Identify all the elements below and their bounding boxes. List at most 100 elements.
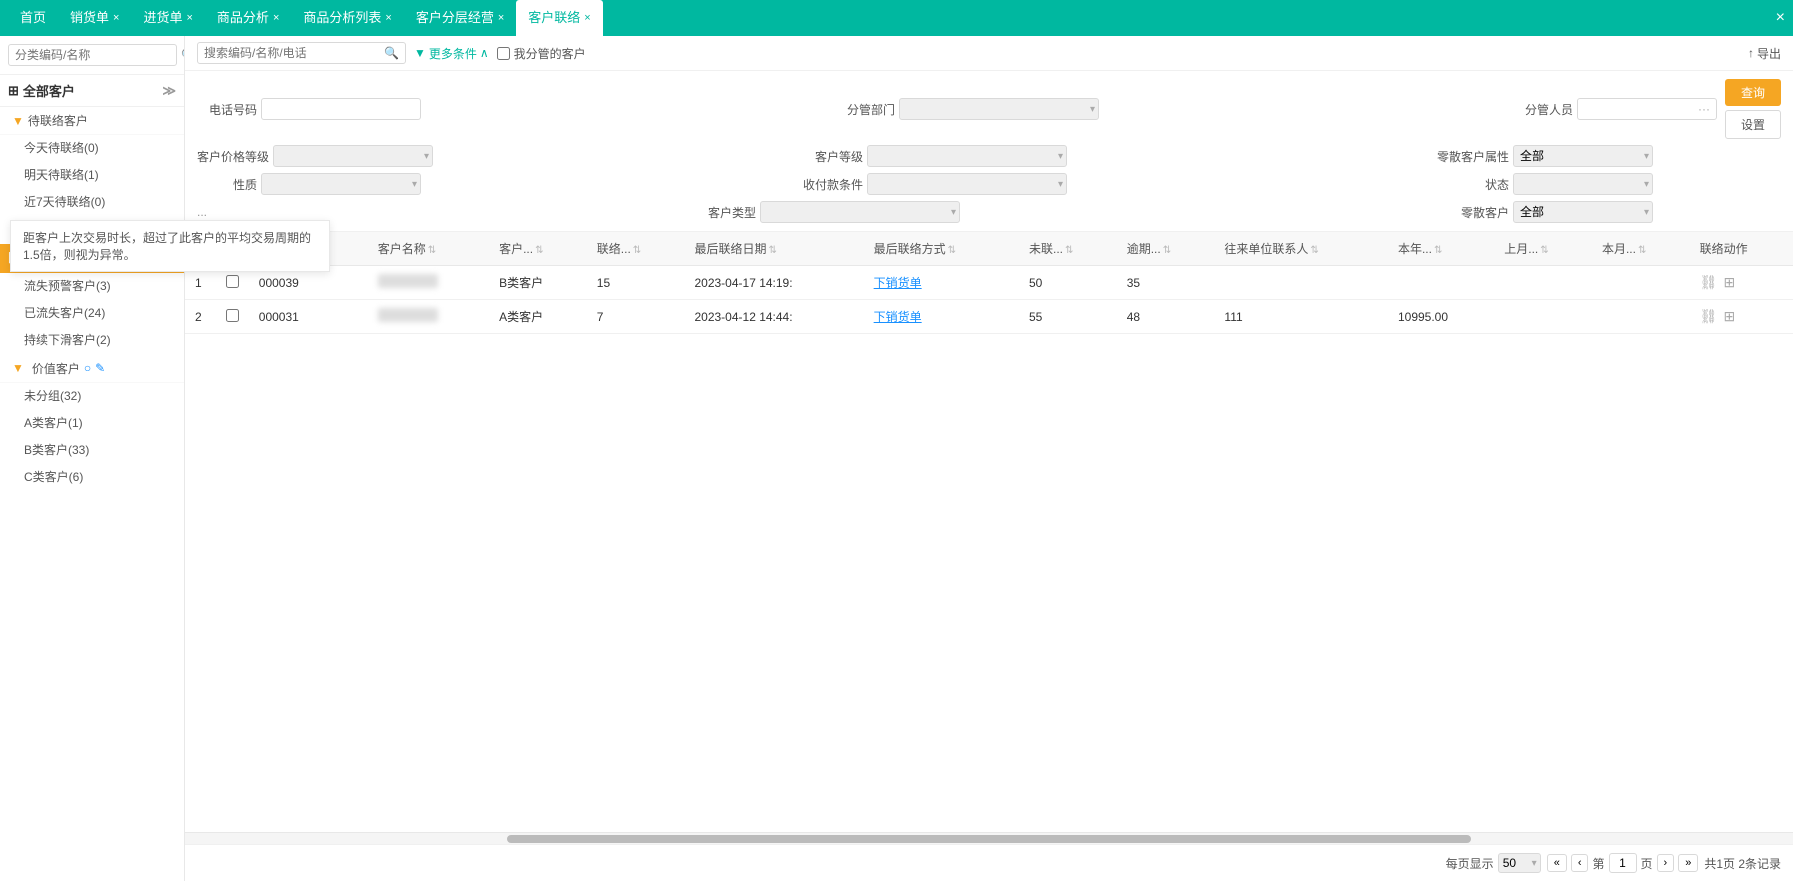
export-button[interactable]: ↑ 导出 xyxy=(1748,45,1781,62)
customer-type-select[interactable] xyxy=(760,201,960,223)
gender-select-wrap xyxy=(261,173,421,195)
close-sales-tab[interactable]: × xyxy=(113,0,119,36)
declining-customers-item[interactable]: 持续下滑客户(2) xyxy=(0,327,184,354)
row1-apps-icon[interactable]: ⊞ xyxy=(1723,274,1735,291)
tomorrow-contact-item[interactable]: 明天待联络(1) xyxy=(0,162,184,189)
last-date-col-header[interactable]: 最后联络日期⇅ xyxy=(684,232,863,266)
row2-action: ⛓ ⊞ xyxy=(1690,300,1793,334)
top-nav: 首页 销货单 × 进货单 × 商品分析 × 商品分析列表 × 客户分层经营 × … xyxy=(0,0,1793,36)
row1-name xyxy=(368,266,489,300)
close-customer-contact-tab[interactable]: × xyxy=(584,0,590,36)
row2-last-type[interactable]: 下销货单 xyxy=(864,300,1019,334)
all-customers-header[interactable]: ⊞ 全部客户 ≫ xyxy=(0,75,184,107)
search-wrap: 🔍 xyxy=(197,42,406,64)
main-search-input[interactable] xyxy=(204,46,384,60)
total-records-text: 共1页 2条记录 xyxy=(1704,855,1781,872)
last-month-col-header[interactable]: 上月...⇅ xyxy=(1494,232,1592,266)
more-dots-link[interactable]: ... xyxy=(197,205,207,219)
this-month-col-header[interactable]: 本月...⇅ xyxy=(1592,232,1690,266)
more-conditions-btn[interactable]: ▼ 更多条件 ∧ xyxy=(414,45,489,62)
sidebar-collapse-btn[interactable]: ≫ xyxy=(162,83,176,99)
close-product-list-tab[interactable]: × xyxy=(385,0,391,36)
unclassified-item[interactable]: 未分组(32) xyxy=(0,383,184,410)
filter-icon: ▼ xyxy=(414,46,426,60)
row1-link-icon[interactable]: ⛓ xyxy=(1700,274,1718,291)
nav-customer-tier[interactable]: 客户分层经营 × xyxy=(404,0,516,36)
row2-checkbox[interactable] xyxy=(216,300,249,334)
per-page-select[interactable]: 20 50 100 xyxy=(1498,853,1541,873)
today-contact-item[interactable]: 今天待联络(0) xyxy=(0,135,184,162)
uncontacted-col-header[interactable]: 未联...⇅ xyxy=(1019,232,1117,266)
table-row: 2 000031 A类客户 7 2023-04-12 14:44: 下销货单 5… xyxy=(185,300,1793,334)
sidebar-search-input[interactable] xyxy=(8,44,177,66)
zero-attr-select[interactable]: 全部 xyxy=(1513,145,1653,167)
contact-person-col-header[interactable]: 往来单位联系人⇅ xyxy=(1214,232,1388,266)
row1-contact-person xyxy=(1214,266,1388,300)
waiting-contact-header[interactable]: ▼ 待联络客户 xyxy=(0,107,184,135)
lost-warning-item[interactable]: 流失预警客户(3) xyxy=(0,273,184,300)
row2-contact-person: 111 xyxy=(1214,300,1388,334)
my-customers-checkbox[interactable] xyxy=(497,47,510,60)
sort-year-icon: ⇅ xyxy=(1434,245,1442,256)
person-more-icon[interactable]: ··· xyxy=(1698,102,1710,116)
class-b-item[interactable]: B类客户(33) xyxy=(0,437,184,464)
query-button[interactable]: 查询 xyxy=(1725,79,1781,106)
lost-customers-item[interactable]: 已流失客户(24) xyxy=(0,300,184,327)
row1-action: ⛓ ⊞ xyxy=(1690,266,1793,300)
phone-input[interactable] xyxy=(261,98,421,120)
grade-col-header[interactable]: 客户...⇅ xyxy=(489,232,587,266)
sort-name-icon: ⇅ xyxy=(428,245,436,256)
contact-count-col-header[interactable]: 联络...⇅ xyxy=(587,232,685,266)
customer-table: ⚙ 客户编码⇅ 客户名称⇅ 客户...⇅ 联络...⇅ 最后联络日期⇅ 最后联络… xyxy=(185,232,1793,334)
zero-customer-filter: 零散客户 全部 xyxy=(1449,201,1653,223)
sort-lastmonth-icon: ⇅ xyxy=(1540,245,1548,256)
gender-select[interactable] xyxy=(261,173,421,195)
content-area: 🔍 ▼ 更多条件 ∧ 我分管的客户 ↑ 导出 电话号码 xyxy=(185,36,1793,881)
setting-button[interactable]: 设置 xyxy=(1725,110,1781,139)
window-close-button[interactable]: × xyxy=(1776,9,1785,27)
nav-product-analysis-list[interactable]: 商品分析列表 × xyxy=(291,0,403,36)
payment-select[interactable] xyxy=(867,173,1067,195)
this-year-col-header[interactable]: 本年...⇅ xyxy=(1388,232,1494,266)
overdue-col-header[interactable]: 逾期...⇅ xyxy=(1117,232,1215,266)
filter-row-1: 电话号码 分管部门 分管人员 · xyxy=(197,79,1781,139)
pagination-bar: 每页显示 20 50 100 « ‹ 第 页 › » 共1页 2条记录 xyxy=(185,844,1793,881)
zero-customer-select-wrap: 全部 xyxy=(1513,201,1653,223)
close-purchase-tab[interactable]: × xyxy=(186,0,192,36)
row2-link-icon[interactable]: ⛓ xyxy=(1700,308,1718,325)
class-c-item[interactable]: C类客户(6) xyxy=(0,464,184,491)
dept-select[interactable] xyxy=(899,98,1099,120)
class-a-item[interactable]: A类客户(1) xyxy=(0,410,184,437)
main-search-icon[interactable]: 🔍 xyxy=(384,46,399,60)
row2-code[interactable]: 000031 xyxy=(249,300,368,334)
value-customers-header[interactable]: ▼ 价值客户 ○ ✎ xyxy=(0,355,184,383)
price-grade-select[interactable] xyxy=(273,145,433,167)
row2-apps-icon[interactable]: ⊞ xyxy=(1723,308,1735,325)
row1-last-type[interactable]: 下销货单 xyxy=(864,266,1019,300)
prev-page-button[interactable]: ‹ xyxy=(1571,854,1589,872)
close-product-analysis-tab[interactable]: × xyxy=(273,0,279,36)
page-number-input[interactable] xyxy=(1609,853,1637,873)
sort-person-icon: ⇅ xyxy=(1310,245,1318,256)
week-contact-item[interactable]: 近7天待联络(0) xyxy=(0,189,184,216)
status-select[interactable] xyxy=(1513,173,1653,195)
chevron-icon: ∧ xyxy=(480,46,489,60)
nav-customer-contact[interactable]: 客户联络 × xyxy=(516,0,602,36)
nav-sales[interactable]: 销货单 × xyxy=(58,0,131,36)
name-col-header[interactable]: 客户名称⇅ xyxy=(368,232,489,266)
next-page-button[interactable]: › xyxy=(1657,854,1675,872)
last-page-button[interactable]: » xyxy=(1678,854,1698,872)
payment-select-wrap xyxy=(867,173,1067,195)
zero-customer-select[interactable]: 全部 xyxy=(1513,201,1653,223)
customer-grade-select-wrap xyxy=(867,145,1067,167)
close-customer-tier-tab[interactable]: × xyxy=(498,0,504,36)
nav-product-analysis[interactable]: 商品分析 × xyxy=(205,0,291,36)
dept-select-wrap xyxy=(899,98,1099,120)
nav-purchase[interactable]: 进货单 × xyxy=(131,0,204,36)
first-page-button[interactable]: « xyxy=(1547,854,1567,872)
last-type-col-header[interactable]: 最后联络方式⇅ xyxy=(864,232,1019,266)
nav-home[interactable]: 首页 xyxy=(8,0,58,36)
horizontal-scrollbar[interactable] xyxy=(185,832,1793,844)
sort-overdue-icon: ⇅ xyxy=(1163,245,1171,256)
customer-grade-select[interactable] xyxy=(867,145,1067,167)
